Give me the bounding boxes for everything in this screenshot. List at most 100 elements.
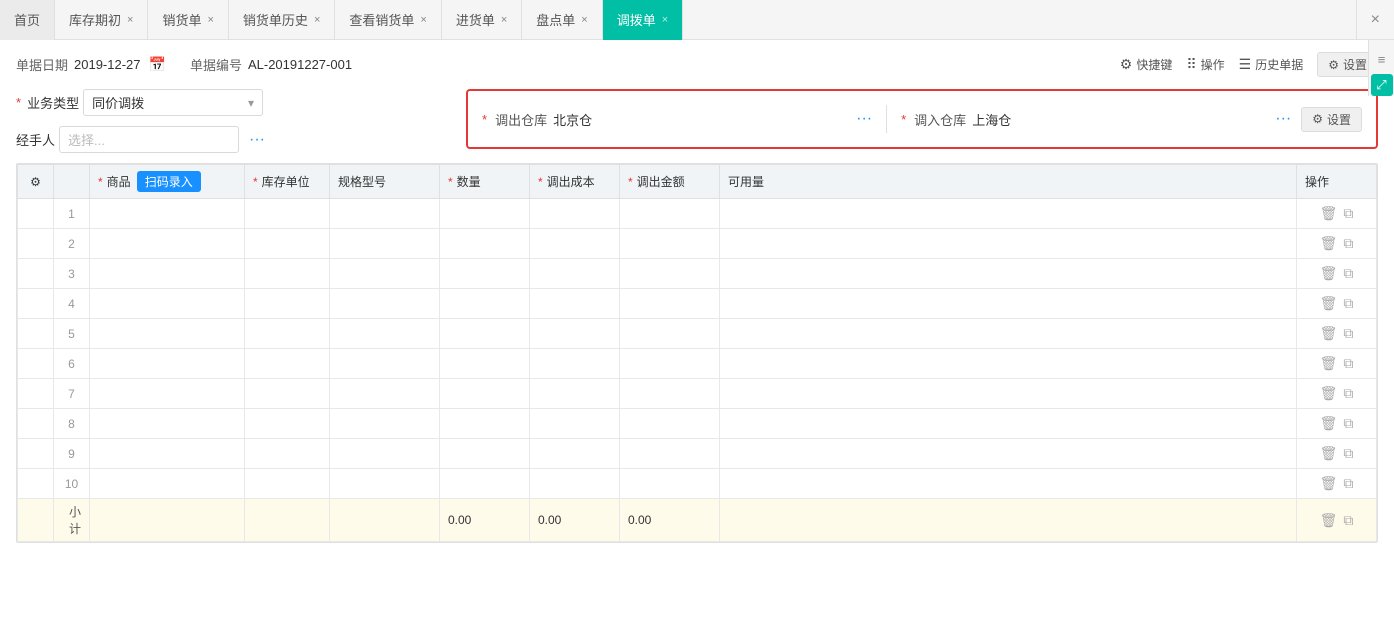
delete-row-icon-2[interactable]: 🗑 bbox=[1320, 235, 1338, 252]
history-order-button[interactable]: ☰ 历史单据 bbox=[1239, 56, 1304, 73]
row-available-cell-3 bbox=[720, 259, 1297, 289]
row-product-cell-9[interactable] bbox=[90, 439, 245, 469]
delete-row-icon-9[interactable]: 🗑 bbox=[1320, 445, 1338, 462]
row-spec-cell-5 bbox=[330, 319, 440, 349]
row-cost-cell-4 bbox=[530, 289, 620, 319]
row-product-cell-7[interactable] bbox=[90, 379, 245, 409]
row-cost-cell-2 bbox=[530, 229, 620, 259]
target-warehouse-value[interactable]: 上海仓 bbox=[972, 110, 1263, 129]
row-qty-cell-1[interactable] bbox=[440, 199, 530, 229]
tab-inventory-init[interactable]: 库存期初 × bbox=[55, 0, 148, 40]
row-qty-cell-10[interactable] bbox=[440, 469, 530, 499]
operation-button[interactable]: ⠿ 操作 bbox=[1186, 56, 1224, 73]
target-warehouse-more-icon[interactable]: ··· bbox=[1275, 110, 1291, 128]
tab-bar: 首页 库存期初 × 销货单 × 销货单历史 × 查看销货单 × 进货单 × 盘点… bbox=[0, 0, 1394, 40]
handler-select[interactable]: 选择... bbox=[59, 126, 239, 153]
row-qty-cell-2[interactable] bbox=[440, 229, 530, 259]
business-type-field: * 业务类型 同价调拨 ▾ bbox=[16, 89, 456, 116]
tab-home[interactable]: 首页 bbox=[0, 0, 55, 40]
row-qty-cell-7[interactable] bbox=[440, 379, 530, 409]
table-gear-icon[interactable]: ⚙ bbox=[30, 175, 41, 189]
copy-row-icon-6[interactable]: ⧉ bbox=[1343, 355, 1353, 372]
handler-label: 经手人 bbox=[16, 130, 55, 149]
delete-row-icon-4[interactable]: 🗑 bbox=[1320, 295, 1338, 312]
row-cost-cell-1 bbox=[530, 199, 620, 229]
row-qty-cell-4[interactable] bbox=[440, 289, 530, 319]
tab-purchase-order[interactable]: 进货单 × bbox=[442, 0, 522, 40]
table-row: 5 🗑 ⧉ bbox=[18, 319, 1377, 349]
business-type-select[interactable]: 同价调拨 ▾ bbox=[83, 89, 263, 116]
row-unit-cell-7 bbox=[245, 379, 330, 409]
delete-row-icon-10[interactable]: 🗑 bbox=[1320, 475, 1338, 492]
row-qty-cell-8[interactable] bbox=[440, 409, 530, 439]
source-warehouse-more-icon[interactable]: ··· bbox=[856, 110, 872, 128]
subtotal-amount-cell: 0.00 bbox=[620, 499, 720, 542]
tab-close-inventory-check[interactable]: × bbox=[581, 14, 587, 26]
row-qty-cell-9[interactable] bbox=[440, 439, 530, 469]
row-qty-cell-6[interactable] bbox=[440, 349, 530, 379]
business-type-label: 业务类型 bbox=[27, 93, 79, 112]
tab-close-sales-order[interactable]: × bbox=[207, 14, 213, 26]
copy-row-icon-7[interactable]: ⧉ bbox=[1343, 385, 1353, 402]
delete-row-icon-7[interactable]: 🗑 bbox=[1320, 385, 1338, 402]
th-rownum bbox=[54, 165, 90, 199]
delete-row-icon-11[interactable]: 🗑 bbox=[1320, 512, 1338, 529]
copy-row-icon-4[interactable]: ⧉ bbox=[1343, 295, 1353, 312]
copy-row-icon-5[interactable]: ⧉ bbox=[1343, 325, 1353, 342]
th-cost: * 调出成本 bbox=[530, 165, 620, 199]
tab-close-sales-history[interactable]: × bbox=[314, 14, 320, 26]
number-label: 单据编号 bbox=[190, 55, 242, 74]
copy-row-icon-2[interactable]: ⧉ bbox=[1343, 235, 1353, 252]
items-table: ⚙ * 商品 扫码录入 * 库存单位 bbox=[17, 164, 1377, 542]
delete-row-icon-8[interactable]: 🗑 bbox=[1320, 415, 1338, 432]
tab-close-inventory-init[interactable]: × bbox=[127, 14, 133, 26]
sidebar-list-icon[interactable]: ≡ bbox=[1371, 48, 1393, 70]
tab-close-transfer-order[interactable]: × bbox=[662, 14, 668, 26]
warehouse-setting-button[interactable]: ⚙ 设置 bbox=[1301, 107, 1362, 132]
tab-transfer-order[interactable]: 调拨单 × bbox=[603, 0, 683, 40]
row-amount-cell-8 bbox=[620, 409, 720, 439]
delete-row-icon-6[interactable]: 🗑 bbox=[1320, 355, 1338, 372]
shortcut-key-button[interactable]: ⚙ 快捷键 bbox=[1120, 56, 1173, 73]
table-body: 1 🗑 ⧉ 2 bbox=[18, 199, 1377, 542]
row-product-cell-5[interactable] bbox=[90, 319, 245, 349]
row-product-cell-2[interactable] bbox=[90, 229, 245, 259]
sidebar-expand-icon[interactable]: ⤢ bbox=[1371, 74, 1393, 96]
copy-row-icon-1[interactable]: ⧉ bbox=[1343, 205, 1353, 222]
row-spec-cell-10 bbox=[330, 469, 440, 499]
copy-row-icon-10[interactable]: ⧉ bbox=[1343, 475, 1353, 492]
row-product-cell-1[interactable] bbox=[90, 199, 245, 229]
handler-more-icon[interactable]: ··· bbox=[249, 131, 265, 149]
tab-close-view-sales[interactable]: × bbox=[420, 14, 426, 26]
source-warehouse-field: * 调出仓库 北京仓 ··· bbox=[482, 110, 872, 129]
window-close-button[interactable]: × bbox=[1356, 0, 1394, 40]
tab-close-purchase-order[interactable]: × bbox=[501, 14, 507, 26]
delete-row-icon-1[interactable]: 🗑 bbox=[1320, 205, 1338, 222]
row-product-cell-3[interactable] bbox=[90, 259, 245, 289]
row-gear-cell-1 bbox=[18, 199, 54, 229]
calendar-icon[interactable]: 📅 bbox=[149, 56, 166, 73]
date-value[interactable]: 2019-12-27 bbox=[74, 57, 141, 72]
row-gear-cell-9 bbox=[18, 439, 54, 469]
tab-sales-order[interactable]: 销货单 × bbox=[148, 0, 228, 40]
row-product-cell-4[interactable] bbox=[90, 289, 245, 319]
source-warehouse-value[interactable]: 北京仓 bbox=[553, 110, 844, 129]
row-product-cell-10[interactable] bbox=[90, 469, 245, 499]
copy-row-icon-3[interactable]: ⧉ bbox=[1343, 265, 1353, 282]
copy-row-icon-9[interactable]: ⧉ bbox=[1343, 445, 1353, 462]
delete-row-icon-5[interactable]: 🗑 bbox=[1320, 325, 1338, 342]
row-product-cell-6[interactable] bbox=[90, 349, 245, 379]
scan-entry-button[interactable]: 扫码录入 bbox=[137, 171, 201, 192]
row-op-cell-1: 🗑 ⧉ bbox=[1297, 199, 1377, 229]
tab-sales-history[interactable]: 销货单历史 × bbox=[229, 0, 335, 40]
row-qty-cell-3[interactable] bbox=[440, 259, 530, 289]
copy-row-icon-8[interactable]: ⧉ bbox=[1343, 415, 1353, 432]
tab-inventory-check[interactable]: 盘点单 × bbox=[522, 0, 602, 40]
tab-view-sales[interactable]: 查看销货单 × bbox=[335, 0, 441, 40]
row-qty-cell-5[interactable] bbox=[440, 319, 530, 349]
delete-row-icon-3[interactable]: 🗑 bbox=[1320, 265, 1338, 282]
target-warehouse-required: * bbox=[901, 112, 906, 127]
row-spec-cell-1 bbox=[330, 199, 440, 229]
row-product-cell-8[interactable] bbox=[90, 409, 245, 439]
copy-row-icon-11[interactable]: ⧉ bbox=[1343, 512, 1353, 529]
